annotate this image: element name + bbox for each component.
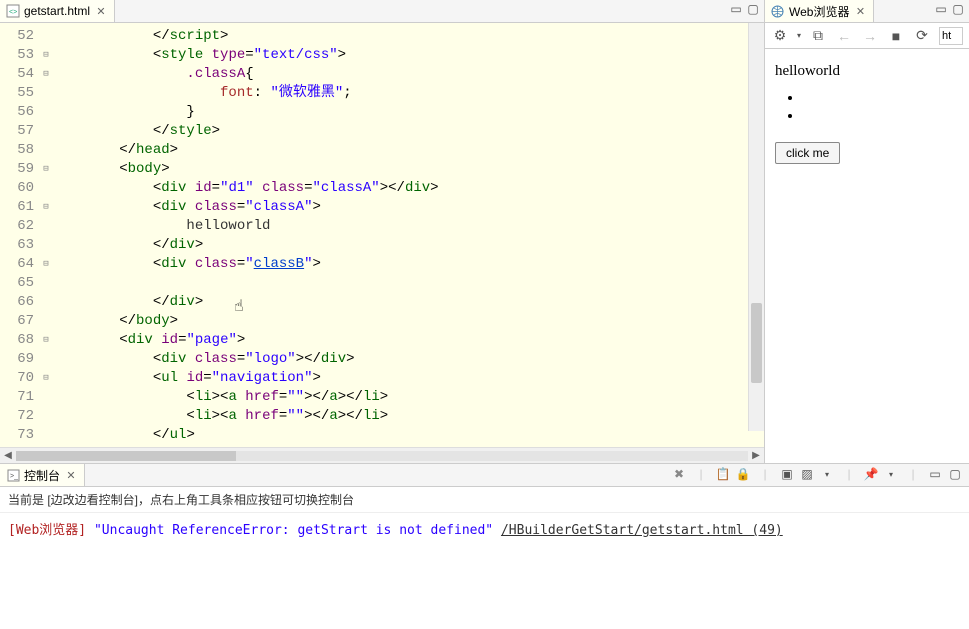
refresh-icon[interactable]: ⟳	[913, 27, 931, 45]
console-message: "Uncaught ReferenceError: getStrart is n…	[94, 523, 493, 538]
list-item	[803, 90, 959, 108]
svg-text:>_: >_	[10, 473, 18, 480]
line-number-gutter: 5253545556575859606162636465666768697071…	[0, 23, 40, 447]
console-tab[interactable]: >_ 控制台 ✕	[0, 464, 85, 486]
console-hint: 当前是 [边改边看控制台]，点右上角工具条相应按钮可切换控制台	[0, 487, 969, 513]
svg-text:<>: <>	[9, 9, 17, 16]
lock-icon[interactable]: 🔒	[735, 466, 751, 482]
browser-pane: Web浏览器 ✕ ▭ ▢ ⚙▾ ⧉ ← → ■ ⟳ helloworld cli…	[765, 0, 969, 463]
horizontal-scrollbar[interactable]: ◀ ▶	[0, 447, 764, 463]
copy-icon[interactable]: 📋	[715, 466, 731, 482]
console-tab-bar: >_ 控制台 ✕ ✖ | 📋 🔒 | ▣ ▨ ▾ | 📌 ▾ | ▭ ▢	[0, 464, 969, 487]
minimize-icon[interactable]: ▭	[927, 466, 943, 482]
browser-tab-label: Web浏览器	[789, 3, 849, 20]
maximize-icon[interactable]: ▢	[951, 2, 965, 16]
close-icon[interactable]: ✕	[94, 4, 108, 18]
browser-viewport: helloworld click me	[765, 49, 969, 463]
forward-icon[interactable]: →	[861, 27, 879, 45]
html-file-icon: <>	[6, 4, 20, 18]
hscroll-thumb[interactable]	[16, 451, 236, 461]
scrollbar-thumb[interactable]	[751, 303, 762, 383]
console-toolbar: ✖ | 📋 🔒 | ▣ ▨ ▾ | 📌 ▾ | ▭ ▢	[671, 466, 963, 482]
maximize-icon[interactable]: ▢	[947, 466, 963, 482]
rendered-text: helloworld	[775, 63, 959, 80]
url-input[interactable]	[939, 27, 963, 45]
minimize-icon[interactable]: ▭	[934, 2, 948, 16]
editor-tab[interactable]: <> getstart.html ✕	[0, 0, 115, 22]
console-switch-b-icon[interactable]: ▨	[799, 466, 815, 482]
console-icon: >_	[6, 468, 20, 482]
clear-icon[interactable]: ✖	[671, 466, 687, 482]
code-editor[interactable]: 5253545556575859606162636465666768697071…	[0, 23, 764, 447]
close-icon[interactable]: ✕	[64, 468, 78, 482]
console-pane: >_ 控制台 ✕ ✖ | 📋 🔒 | ▣ ▨ ▾ | 📌 ▾ | ▭ ▢ 当前是…	[0, 464, 969, 629]
minimize-icon[interactable]: ▭	[729, 2, 743, 16]
rendered-list	[803, 90, 959, 126]
console-switch-a-icon[interactable]: ▣	[779, 466, 795, 482]
stop-icon[interactable]: ■	[887, 27, 905, 45]
browser-tab[interactable]: Web浏览器 ✕	[765, 0, 874, 22]
browser-tab-bar: Web浏览器 ✕ ▭ ▢	[765, 0, 969, 23]
globe-icon	[771, 4, 785, 18]
console-tab-label: 控制台	[24, 467, 60, 484]
new-window-icon[interactable]: ⧉	[809, 27, 827, 45]
close-icon[interactable]: ✕	[853, 4, 867, 18]
editor-pane: <> getstart.html ✕ ▭ ▢ 52535455565758596…	[0, 0, 765, 463]
maximize-icon[interactable]: ▢	[746, 2, 760, 16]
back-icon[interactable]: ←	[835, 27, 853, 45]
code-area[interactable]: </script> <style type="text/css"> .class…	[52, 23, 764, 447]
list-item	[803, 108, 959, 126]
console-output[interactable]: [Web浏览器] "Uncaught ReferenceError: getSt…	[0, 513, 969, 629]
gear-icon[interactable]: ⚙	[771, 27, 789, 45]
scroll-left-icon[interactable]: ◀	[0, 450, 16, 461]
console-source-link[interactable]: /HBuilderGetStart/getstart.html (49)	[501, 523, 783, 538]
scroll-right-icon[interactable]: ▶	[748, 450, 764, 461]
editor-tab-bar: <> getstart.html ✕ ▭ ▢	[0, 0, 764, 23]
pin-icon[interactable]: 📌	[863, 466, 879, 482]
vertical-scrollbar[interactable]	[748, 23, 764, 431]
click-me-button[interactable]: click me	[775, 142, 840, 164]
browser-toolbar: ⚙▾ ⧉ ← → ■ ⟳	[765, 23, 969, 49]
fold-column[interactable]: ⊟⊟⊟⊟⊟⊟⊟	[40, 23, 52, 447]
console-prefix: [Web浏览器]	[8, 523, 86, 538]
editor-tab-label: getstart.html	[24, 4, 90, 18]
